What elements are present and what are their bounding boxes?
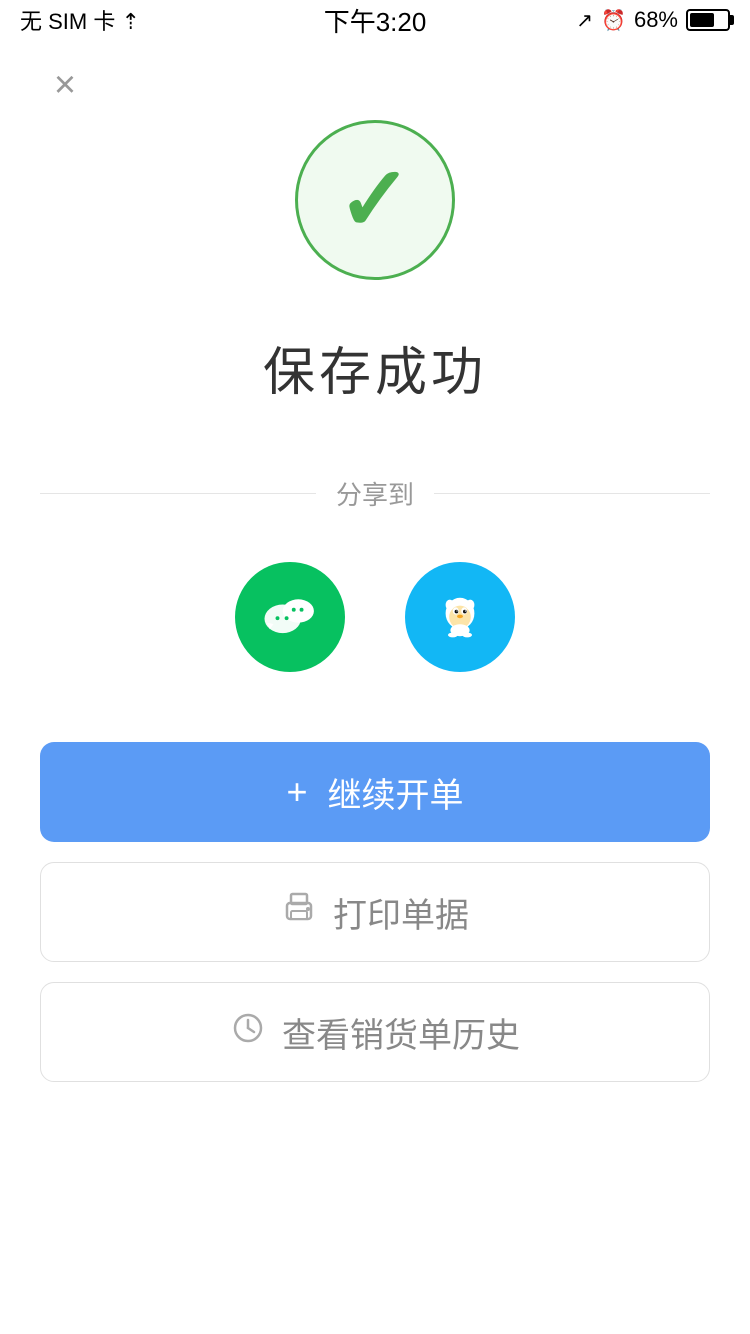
share-label: 分享到: [336, 475, 414, 512]
location-icon: ↗: [576, 8, 593, 33]
status-right: ↗ ⏰ 68%: [576, 7, 730, 33]
main-content: × ✓ 保存成功 分享到: [0, 40, 750, 1334]
divider-left: [40, 493, 316, 494]
battery-text: 68%: [634, 7, 678, 33]
success-circle: ✓: [295, 120, 455, 280]
status-bar: 无 SIM 卡 ⇡ 下午3:20 ↗ ⏰ 68%: [0, 0, 750, 40]
history-label: 查看销货单历史: [282, 1008, 520, 1057]
wechat-icon: [258, 585, 323, 650]
continue-button[interactable]: + 继续开单: [40, 742, 710, 842]
plus-icon: +: [286, 771, 307, 813]
checkmark-icon: ✓: [337, 155, 412, 245]
share-icons: [235, 562, 515, 672]
qq-share-button[interactable]: [405, 562, 515, 672]
print-label: 打印单据: [333, 888, 469, 937]
clock-icon: [230, 1010, 266, 1055]
printer-icon: [281, 890, 317, 935]
battery-icon: [686, 9, 730, 31]
close-icon: ×: [54, 66, 76, 104]
history-button[interactable]: 查看销货单历史: [40, 982, 710, 1082]
status-time: 下午3:20: [324, 2, 427, 39]
signal-text: 无 SIM 卡 ⇡: [20, 4, 140, 36]
status-left: 无 SIM 卡 ⇡: [20, 4, 140, 36]
battery-fill: [690, 13, 714, 27]
share-divider: 分享到: [40, 475, 710, 512]
action-buttons: + 继续开单 打印单据: [40, 742, 710, 1082]
close-button[interactable]: ×: [40, 60, 90, 110]
alarm-icon: ⏰: [601, 8, 626, 33]
continue-label: 继续开单: [328, 768, 464, 817]
wechat-share-button[interactable]: [235, 562, 345, 672]
divider-right: [434, 493, 710, 494]
print-button[interactable]: 打印单据: [40, 862, 710, 962]
qq-icon: [430, 587, 490, 647]
success-title: 保存成功: [263, 330, 487, 405]
